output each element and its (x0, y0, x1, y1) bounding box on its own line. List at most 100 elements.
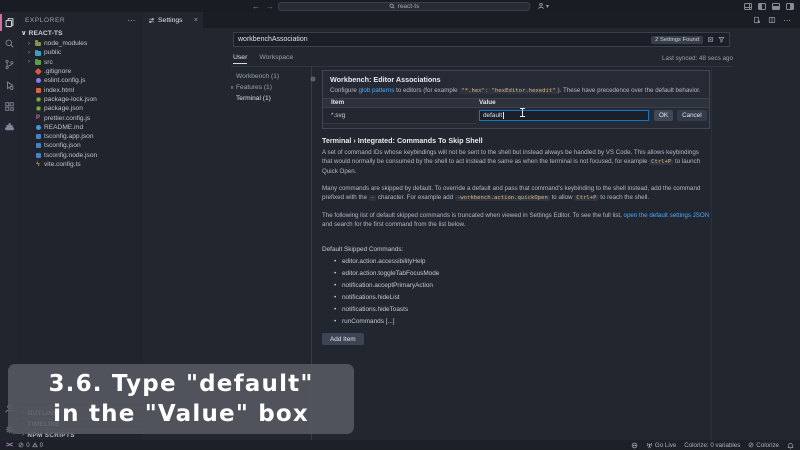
scope-user[interactable]: User (233, 54, 248, 64)
tree-item-readme[interactable]: README.md (18, 123, 143, 132)
profile-menu[interactable]: ▾ (537, 1, 549, 11)
tree-item-tsconfig[interactable]: tsconfig.json (18, 141, 143, 150)
file-tree: › node_modules › public › src .gitignore es… (18, 39, 143, 169)
readme-icon (35, 124, 41, 130)
tree-item-package-lock[interactable]: package-lock.json (18, 95, 143, 104)
toc-terminal[interactable]: Terminal (1) (228, 93, 308, 104)
customize-layout-icon[interactable] (744, 2, 752, 10)
sync-status: Last synced: 48 secs ago (661, 55, 733, 62)
tree-item-tsconfig-node[interactable]: tsconfig.node.json (18, 151, 143, 160)
description-paragraph-2: Many commands are skipped by default. To… (322, 184, 701, 201)
folder-icon (35, 59, 41, 65)
skipped-commands-list: • editor.action.accessibilityHelp • editor… (322, 256, 710, 328)
toc-features[interactable]: ∨ Features (1) (228, 82, 308, 93)
code-example: "*.hex": "hexEditor.hexedit" (459, 87, 558, 94)
settings-sliders-icon (148, 17, 155, 23)
source-control-icon[interactable] (0, 54, 18, 75)
chevron-right-icon: › (28, 40, 30, 47)
tree-item-gitignore[interactable]: .gitignore (18, 67, 143, 76)
nav-forward-icon[interactable]: → (266, 2, 274, 11)
clear-search-icon[interactable] (707, 36, 714, 43)
remote-indicator-icon[interactable]: >< (6, 442, 13, 449)
tsconfig-icon (35, 134, 41, 140)
add-item-button[interactable]: Add Item (322, 333, 364, 345)
extensions-icon[interactable] (0, 96, 18, 117)
code-ctrl-p: Ctrl+P (649, 158, 674, 165)
search-value: react-ts (397, 2, 420, 10)
setting-gear-icon[interactable] (309, 75, 317, 83)
settings-search-value: workbenchAssociation (238, 36, 308, 43)
tree-item-tsconfig-app[interactable]: tsconfig.app.json (18, 132, 143, 141)
toggle-sidebar-icon[interactable] (758, 2, 766, 10)
text-caret (503, 112, 505, 119)
column-value: Value (479, 99, 496, 106)
tab-close-icon[interactable]: × (194, 17, 198, 24)
list-item: • editor.action.accessibilityHelp (334, 258, 426, 265)
tree-item-eslint-config[interactable]: eslint.config.js (18, 76, 143, 85)
warning-icon (31, 442, 38, 448)
explorer-header: EXPLORER (25, 16, 66, 24)
cancel-button[interactable]: Cancel (677, 110, 707, 121)
tree-item-public[interactable]: › public (18, 48, 143, 57)
explorer-root-folder[interactable]: ∨ REACT-TS (18, 28, 143, 38)
split-editor-icon[interactable] (768, 16, 776, 24)
list-item: • notifications.hideList (334, 294, 400, 301)
setting-description: Configure glob patterns to editors (for … (330, 86, 701, 94)
filter-icon[interactable] (718, 36, 725, 43)
run-debug-icon[interactable] (0, 75, 18, 96)
mouse-text-cursor (520, 108, 525, 117)
docker-icon[interactable] (0, 117, 18, 138)
item-cell[interactable]: *.svg (323, 107, 476, 124)
eslint-icon (35, 78, 41, 84)
associations-table: Item Value *.svg default OK Cancel (323, 97, 709, 124)
nav-back-icon[interactable]: ← (252, 2, 260, 11)
explorer-more-actions-icon[interactable]: ⋯ (127, 16, 136, 25)
tree-item-prettier-config[interactable]: Pprettier.config.js (18, 113, 143, 122)
problems-indicator[interactable]: 0 0 (18, 442, 43, 449)
folder-icon (35, 49, 41, 56)
code-ctrl-p: Ctrl+P (574, 194, 599, 201)
tree-item-package-json[interactable]: package.json (18, 104, 143, 113)
open-settings-json-icon[interactable] (753, 16, 761, 24)
toggle-secondary-sidebar-icon[interactable] (786, 2, 794, 10)
toggle-panel-icon[interactable] (772, 2, 780, 10)
account-icon (538, 3, 544, 9)
setting-commands-to-skip-shell: Terminal › Integrated: Commands To Skip … (322, 136, 710, 346)
ok-button[interactable]: OK (654, 110, 674, 121)
tree-item-vite-config[interactable]: ϟ vite.config.ts (18, 160, 143, 169)
notifications-bell-icon[interactable] (787, 442, 794, 449)
list-item: • editor.action.toggleTabFocusMode (334, 270, 440, 277)
title-bar: ← → react-ts ▾ (0, 0, 800, 12)
scope-workspace[interactable]: Workspace (259, 54, 293, 63)
toc-workbench[interactable]: Workbench (1) (228, 71, 308, 82)
results-count-badge: 2 Settings Found (651, 35, 703, 44)
explorer-icon[interactable] (0, 12, 18, 33)
copilot-status-icon[interactable] (631, 442, 638, 449)
setting-editor-associations: Workbench: Editor Associations Configure… (310, 70, 710, 129)
settings-search-input[interactable]: workbenchAssociation 2 Settings Found (233, 32, 730, 47)
colorize-variables-status[interactable]: Colorize: 0 variables (684, 442, 740, 449)
description-paragraph-1: A set of command IDs whose keybindings w… (322, 148, 701, 175)
settings-scope-row: User Workspace Last synced: 48 secs ago (233, 52, 733, 65)
dropdown-icon: ▾ (546, 3, 550, 10)
glob-patterns-link[interactable]: glob patterns (359, 87, 395, 94)
open-default-settings-link[interactable]: open the default settings JSON (624, 212, 710, 219)
tab-label: Settings (158, 16, 183, 24)
html-icon (35, 87, 41, 93)
code-quickopen: -workbench.action.quickOpen (454, 194, 550, 201)
tree-item-src[interactable]: › src (18, 58, 143, 67)
go-live-button[interactable]: Go Live (646, 442, 676, 449)
colorize-toggle[interactable]: Colorize (748, 442, 779, 449)
tab-settings[interactable]: Settings × (143, 12, 203, 28)
value-field[interactable]: default (479, 110, 649, 121)
command-center-search[interactable]: react-ts (278, 1, 530, 11)
setting-title: Workbench: Editor Associations (330, 75, 441, 84)
tree-item-index-html[interactable]: index.html (18, 85, 143, 94)
caption-line-1: 3.6. Type "default" (48, 371, 314, 397)
editor-more-actions-icon[interactable]: ⋯ (783, 16, 792, 25)
tree-item-node-modules[interactable]: › node_modules (18, 39, 143, 48)
settings-content: Workbench: Editor Associations Configure… (310, 70, 710, 346)
search-sidebar-icon[interactable] (0, 33, 18, 54)
chevron-right-icon: › (28, 49, 30, 56)
tsconfig-icon (35, 152, 41, 158)
